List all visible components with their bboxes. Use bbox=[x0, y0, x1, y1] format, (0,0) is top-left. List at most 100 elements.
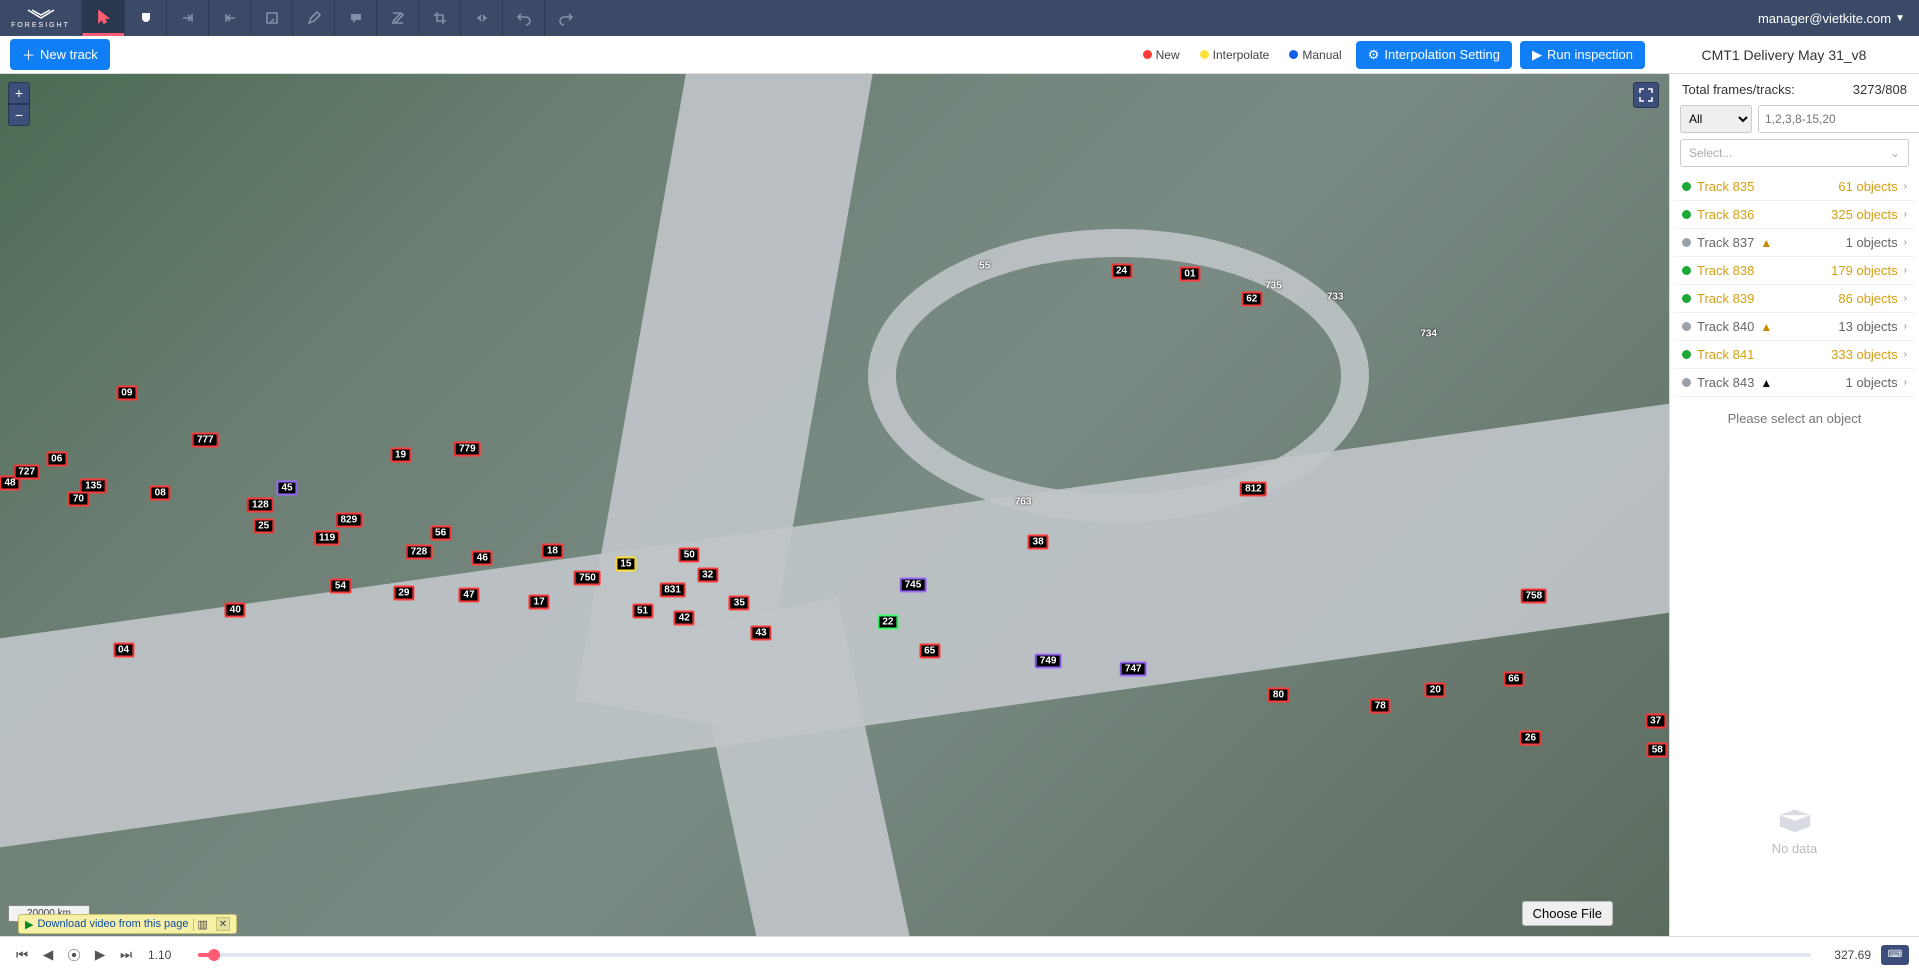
annotation-marker[interactable]: 750 bbox=[574, 571, 601, 586]
track-name: Track 843 bbox=[1697, 375, 1754, 390]
tool-box[interactable] bbox=[250, 0, 292, 36]
annotation-marker[interactable]: 54 bbox=[330, 579, 351, 594]
annotation-marker[interactable]: 55 bbox=[975, 260, 994, 273]
track-row[interactable]: Track 837▲ 1 objects › bbox=[1674, 229, 1915, 257]
annotation-marker[interactable]: 43 bbox=[751, 626, 772, 641]
banner-options-icon[interactable]: ▥ bbox=[193, 918, 208, 931]
annotation-marker[interactable]: 747 bbox=[1120, 661, 1147, 676]
annotation-marker[interactable]: 42 bbox=[674, 610, 695, 625]
track-search[interactable]: Select... ⌄ bbox=[1680, 139, 1909, 167]
annotation-marker[interactable]: 01 bbox=[1179, 266, 1200, 281]
annotation-marker[interactable]: 70 bbox=[68, 491, 89, 506]
run-inspection-button[interactable]: ▶ Run inspection bbox=[1520, 41, 1645, 69]
filter-ids-input[interactable] bbox=[1758, 105, 1919, 133]
tool-crop[interactable] bbox=[418, 0, 460, 36]
annotation-marker[interactable]: 26 bbox=[1520, 730, 1541, 745]
annotation-marker[interactable]: 51 bbox=[632, 604, 653, 619]
track-row[interactable]: Track 835 61 objects › bbox=[1674, 173, 1915, 201]
annotation-marker[interactable]: 08 bbox=[150, 485, 171, 500]
annotation-marker[interactable]: 745 bbox=[900, 578, 927, 593]
banner-close-icon[interactable]: ✕ bbox=[216, 917, 230, 931]
annotation-marker[interactable]: 812 bbox=[1240, 482, 1267, 497]
annotation-marker[interactable]: 45 bbox=[277, 480, 298, 495]
track-row[interactable]: Track 841 333 objects › bbox=[1674, 341, 1915, 369]
annotation-marker[interactable]: 758 bbox=[1520, 589, 1547, 604]
interpolation-setting-button[interactable]: ⚙ Interpolation Setting bbox=[1356, 41, 1512, 69]
annotation-marker[interactable]: 09 bbox=[116, 385, 137, 400]
tool-edit[interactable] bbox=[376, 0, 418, 36]
app-logo[interactable]: FORESIGHT bbox=[0, 0, 82, 36]
annotation-marker[interactable]: 80 bbox=[1268, 687, 1289, 702]
skip-fwd-button[interactable]: ⏭ bbox=[114, 943, 138, 967]
annotation-marker[interactable]: 22 bbox=[877, 615, 898, 630]
annotation-marker[interactable]: 831 bbox=[659, 583, 686, 598]
tool-link-fwd[interactable] bbox=[166, 0, 208, 36]
playhead[interactable] bbox=[208, 949, 220, 961]
annotation-marker[interactable]: 78 bbox=[1370, 698, 1391, 713]
tool-pen[interactable] bbox=[292, 0, 334, 36]
annotation-marker[interactable]: 35 bbox=[729, 596, 750, 611]
tool-undo[interactable] bbox=[502, 0, 544, 36]
annotation-marker[interactable]: 119 bbox=[314, 530, 340, 545]
annotation-marker[interactable]: 128 bbox=[247, 498, 274, 513]
annotation-marker[interactable]: 20 bbox=[1425, 683, 1446, 698]
track-row[interactable]: Track 838 179 objects › bbox=[1674, 257, 1915, 285]
track-row[interactable]: Track 836 325 objects › bbox=[1674, 201, 1915, 229]
annotation-marker[interactable]: 829 bbox=[335, 512, 362, 527]
annotation-marker[interactable]: 733 bbox=[1323, 291, 1348, 304]
annotation-marker[interactable]: 734 bbox=[1416, 328, 1441, 341]
tool-cursor[interactable] bbox=[82, 0, 124, 36]
annotation-marker[interactable]: 50 bbox=[679, 547, 700, 562]
new-track-button[interactable]: ＋ New track bbox=[10, 39, 110, 70]
annotation-marker[interactable]: 40 bbox=[225, 603, 246, 618]
track-row[interactable]: Track 843▲ 1 objects › bbox=[1674, 369, 1915, 397]
annotation-marker[interactable]: 58 bbox=[1647, 742, 1668, 757]
annotation-marker[interactable]: 728 bbox=[406, 545, 433, 560]
annotation-marker[interactable]: 56 bbox=[430, 525, 451, 540]
annotation-canvas[interactable]: + − 20000 km Choose File 097777791948727… bbox=[0, 74, 1669, 936]
timeline-slider[interactable] bbox=[198, 953, 1811, 957]
annotation-marker[interactable]: 46 bbox=[472, 550, 493, 565]
tool-comment[interactable] bbox=[334, 0, 376, 36]
annotation-marker[interactable]: 29 bbox=[393, 585, 414, 600]
annotation-marker[interactable]: 19 bbox=[390, 448, 411, 463]
annotation-marker[interactable]: 62 bbox=[1241, 291, 1262, 306]
annotation-marker[interactable]: 66 bbox=[1503, 672, 1524, 687]
annotation-marker[interactable]: 06 bbox=[46, 452, 67, 467]
download-banner[interactable]: ▶ Download video from this page ▥ ✕ bbox=[18, 914, 237, 934]
tool-break[interactable] bbox=[460, 0, 502, 36]
annotation-marker[interactable]: 727 bbox=[13, 465, 40, 480]
tool-link-back[interactable] bbox=[208, 0, 250, 36]
annotation-marker[interactable]: 17 bbox=[529, 595, 550, 610]
user-menu[interactable]: manager@vietkite.com ▼ bbox=[1744, 11, 1919, 26]
annotation-marker[interactable]: 779 bbox=[454, 441, 481, 456]
zoom-in-button[interactable]: + bbox=[8, 82, 30, 104]
annotation-marker[interactable]: 749 bbox=[1035, 654, 1062, 669]
annotation-marker[interactable]: 735 bbox=[1261, 280, 1286, 293]
annotation-marker[interactable]: 47 bbox=[458, 587, 479, 602]
keyboard-shortcuts-button[interactable]: ⌨ bbox=[1881, 945, 1909, 965]
annotation-marker[interactable]: 15 bbox=[615, 556, 636, 571]
annotation-marker[interactable]: 777 bbox=[192, 433, 219, 448]
annotation-marker[interactable]: 65 bbox=[919, 643, 940, 658]
tool-magnet[interactable] bbox=[124, 0, 166, 36]
annotation-marker[interactable]: 38 bbox=[1028, 535, 1049, 550]
step-fwd-button[interactable]: ▶ bbox=[88, 943, 112, 967]
annotation-marker[interactable]: 25 bbox=[253, 518, 274, 533]
play-button[interactable]: ⦿ bbox=[62, 943, 86, 967]
skip-back-button[interactable]: ⏮ bbox=[10, 943, 34, 967]
choose-file-button[interactable]: Choose File bbox=[1522, 901, 1613, 926]
tool-redo[interactable] bbox=[544, 0, 586, 36]
annotation-marker[interactable]: 37 bbox=[1645, 713, 1666, 728]
filter-mode-select[interactable]: All bbox=[1680, 105, 1752, 133]
step-back-button[interactable]: ◀ bbox=[36, 943, 60, 967]
annotation-marker[interactable]: 18 bbox=[542, 543, 563, 558]
zoom-out-button[interactable]: − bbox=[8, 104, 30, 126]
fullscreen-button[interactable] bbox=[1633, 82, 1659, 108]
annotation-marker[interactable]: 04 bbox=[113, 642, 134, 657]
annotation-marker[interactable]: 763 bbox=[1011, 496, 1036, 509]
track-row[interactable]: Track 839 86 objects › bbox=[1674, 285, 1915, 313]
annotation-marker[interactable]: 24 bbox=[1111, 263, 1132, 278]
annotation-marker[interactable]: 32 bbox=[697, 567, 718, 582]
track-row[interactable]: Track 840▲ 13 objects › bbox=[1674, 313, 1915, 341]
